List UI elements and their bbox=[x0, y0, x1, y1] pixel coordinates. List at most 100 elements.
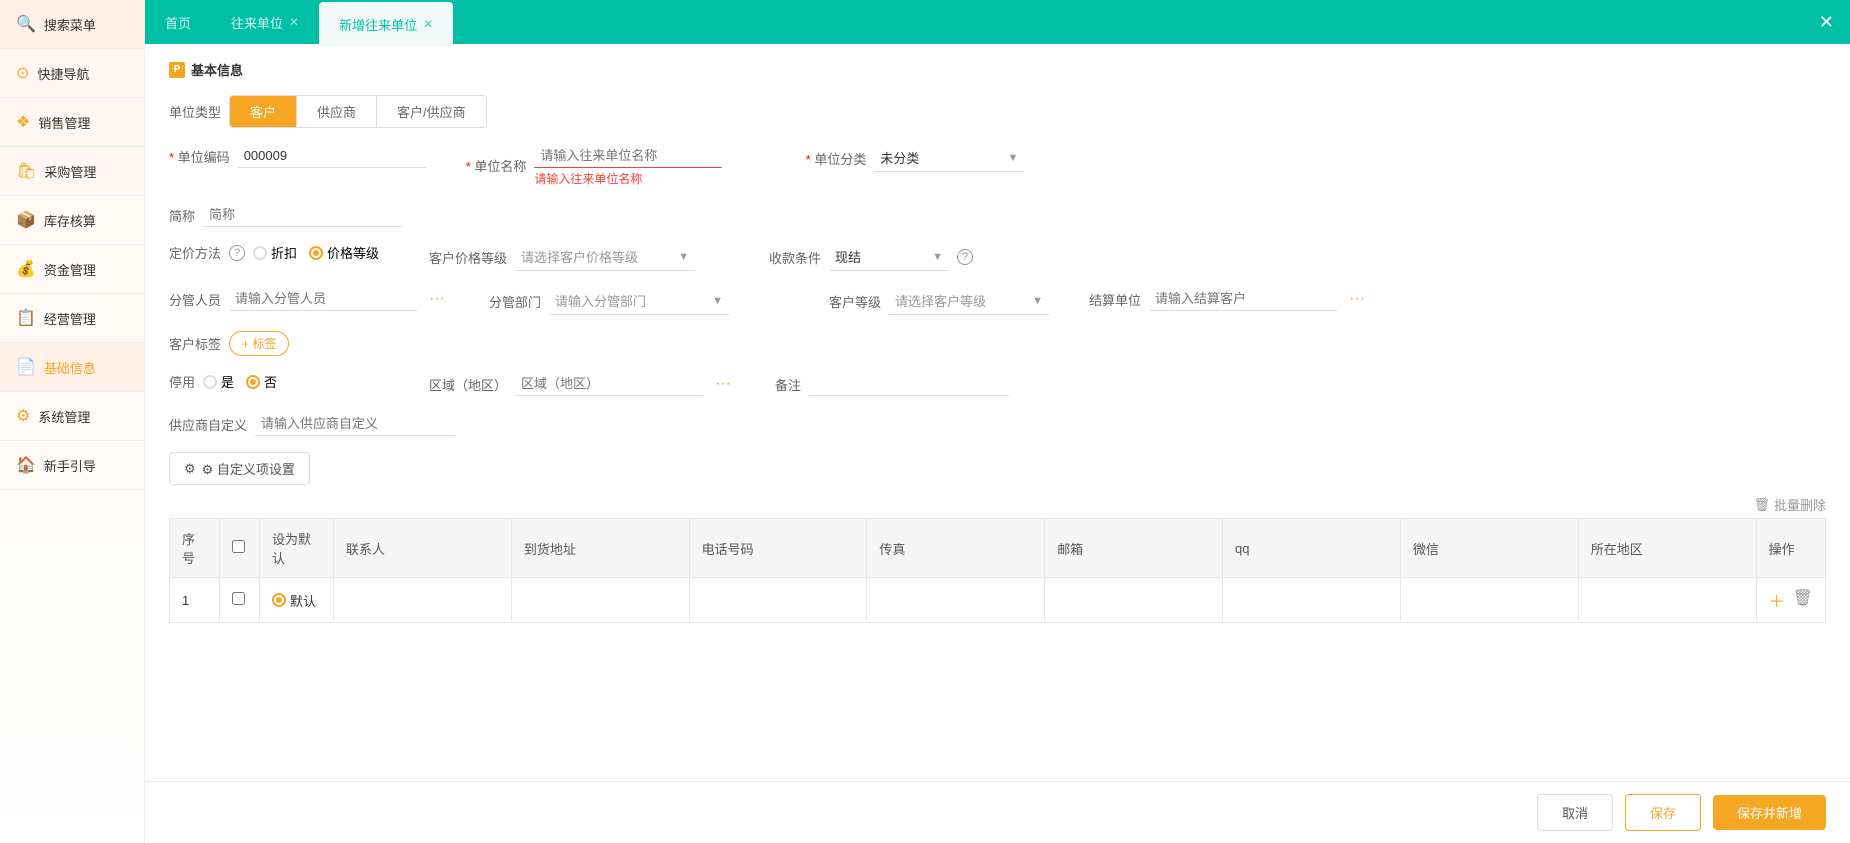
sidebar-item-label: 销售管理 bbox=[38, 113, 90, 132]
inventory-icon: 📦 bbox=[16, 210, 36, 230]
disabled-row: 停用 是 否 区域（地区） ··· 备注 bbox=[169, 372, 1826, 396]
batch-delete-button[interactable]: 🗑 批量删除 bbox=[1753, 495, 1826, 514]
sidebar-item-quick-nav[interactable]: ⊙ 快捷导航 bbox=[0, 49, 144, 98]
row-email[interactable] bbox=[1045, 578, 1223, 623]
sidebar-item-finance[interactable]: 💰 资金管理 bbox=[0, 245, 144, 294]
customer-level-placeholder: 请选择客户等级 bbox=[895, 291, 1032, 310]
row-qq[interactable] bbox=[1223, 578, 1401, 623]
save-new-button[interactable]: 保存并新增 bbox=[1713, 795, 1826, 830]
department-select[interactable]: 请输入分管部门 ▼ bbox=[549, 287, 729, 315]
row-qq-input[interactable] bbox=[1235, 593, 1388, 608]
sidebar-item-operations[interactable]: 📋 经营管理 bbox=[0, 294, 144, 343]
unit-type-label: 单位类型 bbox=[169, 102, 221, 121]
pricing-help-icon[interactable]: ? bbox=[229, 245, 245, 261]
row-wechat[interactable] bbox=[1401, 578, 1579, 623]
short-name-input[interactable] bbox=[203, 203, 403, 227]
batch-delete-label: 批量删除 bbox=[1774, 495, 1826, 514]
tab-close-icon[interactable]: ✕ bbox=[289, 15, 299, 29]
tab-home[interactable]: 首页 bbox=[145, 0, 211, 44]
sidebar-item-guide[interactable]: 🏠 新手引导 bbox=[0, 441, 144, 490]
table-header-row: 序号 设为默认 联系人 到货地址 电话号码 传真 邮箱 qq 微信 所在地区 操… bbox=[170, 519, 1826, 578]
operations-icon: 📋 bbox=[16, 308, 36, 328]
customer-level-select[interactable]: 请选择客户等级 ▼ bbox=[889, 287, 1049, 315]
cancel-button[interactable]: 取消 bbox=[1537, 794, 1613, 831]
sidebar-item-search[interactable]: 🔍 搜索菜单 bbox=[0, 0, 144, 49]
page-content: P 基本信息 单位类型 客户 供应商 客户/供应商 单位编码 单位名称 bbox=[145, 44, 1850, 781]
manager-more-btn[interactable]: ··· bbox=[425, 290, 449, 308]
row-area[interactable] bbox=[1578, 578, 1756, 623]
customer-price-level-field: 客户价格等级 请选择客户价格等级 ▼ bbox=[429, 243, 729, 271]
unit-name-input[interactable] bbox=[534, 144, 722, 168]
settlement-unit-more-btn[interactable]: ··· bbox=[1345, 290, 1369, 308]
short-name-label: 简称 bbox=[169, 206, 195, 225]
unit-name-label: 单位名称 bbox=[466, 156, 527, 175]
disabled-label: 停用 bbox=[169, 372, 195, 391]
radio-circle-yes bbox=[203, 375, 217, 389]
row-address-input[interactable] bbox=[524, 593, 677, 608]
disabled-no[interactable]: 否 bbox=[246, 372, 277, 391]
sidebar-item-label: 系统管理 bbox=[38, 407, 90, 426]
pricing-radio-level[interactable]: 价格等级 bbox=[309, 243, 379, 262]
unit-code-input[interactable] bbox=[238, 144, 426, 168]
window-close-button[interactable]: ✕ bbox=[1819, 12, 1850, 33]
select-all-checkbox[interactable] bbox=[232, 540, 245, 553]
finance-icon: 💰 bbox=[16, 259, 36, 279]
type-btn-both[interactable]: 客户/供应商 bbox=[377, 96, 486, 127]
section-title: 基本信息 bbox=[191, 60, 243, 79]
row-email-input[interactable] bbox=[1057, 593, 1210, 608]
region-label: 区域（地区） bbox=[429, 375, 507, 394]
row-checkbox-input[interactable] bbox=[232, 592, 245, 605]
row-fax-input[interactable] bbox=[879, 593, 1032, 608]
region-more-btn[interactable]: ··· bbox=[711, 375, 735, 393]
purchase-icon: 🛍 bbox=[16, 161, 36, 181]
disabled-yes[interactable]: 是 bbox=[203, 372, 234, 391]
row-wechat-input[interactable] bbox=[1413, 593, 1566, 608]
type-btn-customer[interactable]: 客户 bbox=[230, 96, 297, 127]
tab-new-partner[interactable]: 新增往来单位 ✕ bbox=[319, 2, 453, 46]
type-btn-supplier[interactable]: 供应商 bbox=[297, 96, 377, 127]
row-add-button[interactable]: ＋ bbox=[1769, 588, 1785, 612]
tab-close-active-icon[interactable]: ✕ bbox=[423, 17, 433, 31]
row-action-buttons: ＋ 🗑 bbox=[1769, 588, 1813, 612]
custom-settings-button[interactable]: ⚙ ⚙ 自定义项设置 bbox=[169, 452, 310, 485]
add-tag-button[interactable]: + 标签 bbox=[229, 331, 289, 356]
footer: 取消 保存 保存并新增 bbox=[145, 781, 1850, 843]
row-contact-input[interactable] bbox=[346, 593, 499, 608]
sidebar-item-inventory[interactable]: 📦 库存核算 bbox=[0, 196, 144, 245]
supplier-custom-input[interactable] bbox=[255, 412, 455, 436]
sidebar-item-sales[interactable]: ❖ 销售管理 bbox=[0, 98, 144, 147]
row-phone-input[interactable] bbox=[702, 593, 855, 608]
row-delete-button[interactable]: 🗑 bbox=[1793, 588, 1813, 612]
pricing-radio-discount[interactable]: 折扣 bbox=[253, 243, 297, 262]
row-phone[interactable] bbox=[689, 578, 867, 623]
row-contact[interactable] bbox=[334, 578, 512, 623]
sidebar-item-purchase[interactable]: 🛍 采购管理 bbox=[0, 147, 144, 196]
row-default-label: 默认 bbox=[290, 591, 316, 610]
row-fax[interactable] bbox=[867, 578, 1045, 623]
payment-terms-value: 现结 bbox=[835, 247, 932, 266]
unit-category-select[interactable]: 未分类 ▼ bbox=[874, 144, 1024, 172]
row-default-radio[interactable]: 默认 bbox=[272, 591, 321, 610]
radio-circle-level bbox=[309, 246, 323, 260]
sidebar-item-base-info[interactable]: 📄 基础信息 bbox=[0, 343, 144, 392]
row-actions: ＋ 🗑 bbox=[1756, 578, 1825, 623]
manager-row: 分管人员 ··· 分管部门 请输入分管部门 ▼ 客户等级 请选择客户等级 ▼ 结… bbox=[169, 287, 1826, 315]
customer-price-level-select[interactable]: 请选择客户价格等级 ▼ bbox=[515, 243, 695, 271]
settlement-unit-input[interactable] bbox=[1149, 287, 1337, 311]
row-seq: 1 bbox=[170, 578, 220, 623]
manager-input[interactable] bbox=[229, 287, 417, 311]
pricing-field: 定价方法 ? 折扣 价格等级 bbox=[169, 243, 389, 262]
pricing-label-level: 价格等级 bbox=[327, 243, 379, 262]
payment-terms-select[interactable]: 现结 ▼ bbox=[829, 243, 949, 271]
payment-terms-help-icon[interactable]: ? bbox=[957, 249, 973, 265]
row-area-input[interactable] bbox=[1591, 593, 1744, 608]
save-button[interactable]: 保存 bbox=[1625, 794, 1701, 831]
unit-code-label: 单位编码 bbox=[169, 147, 230, 166]
tags-row: 客户标签 + 标签 bbox=[169, 331, 1826, 356]
region-input[interactable] bbox=[515, 372, 703, 396]
tab-partners[interactable]: 往来单位 ✕ bbox=[211, 0, 319, 44]
remarks-input[interactable] bbox=[809, 372, 1009, 396]
department-placeholder: 请输入分管部门 bbox=[555, 291, 712, 310]
sidebar-item-system[interactable]: ⚙ 系统管理 bbox=[0, 392, 144, 441]
row-address[interactable] bbox=[511, 578, 689, 623]
